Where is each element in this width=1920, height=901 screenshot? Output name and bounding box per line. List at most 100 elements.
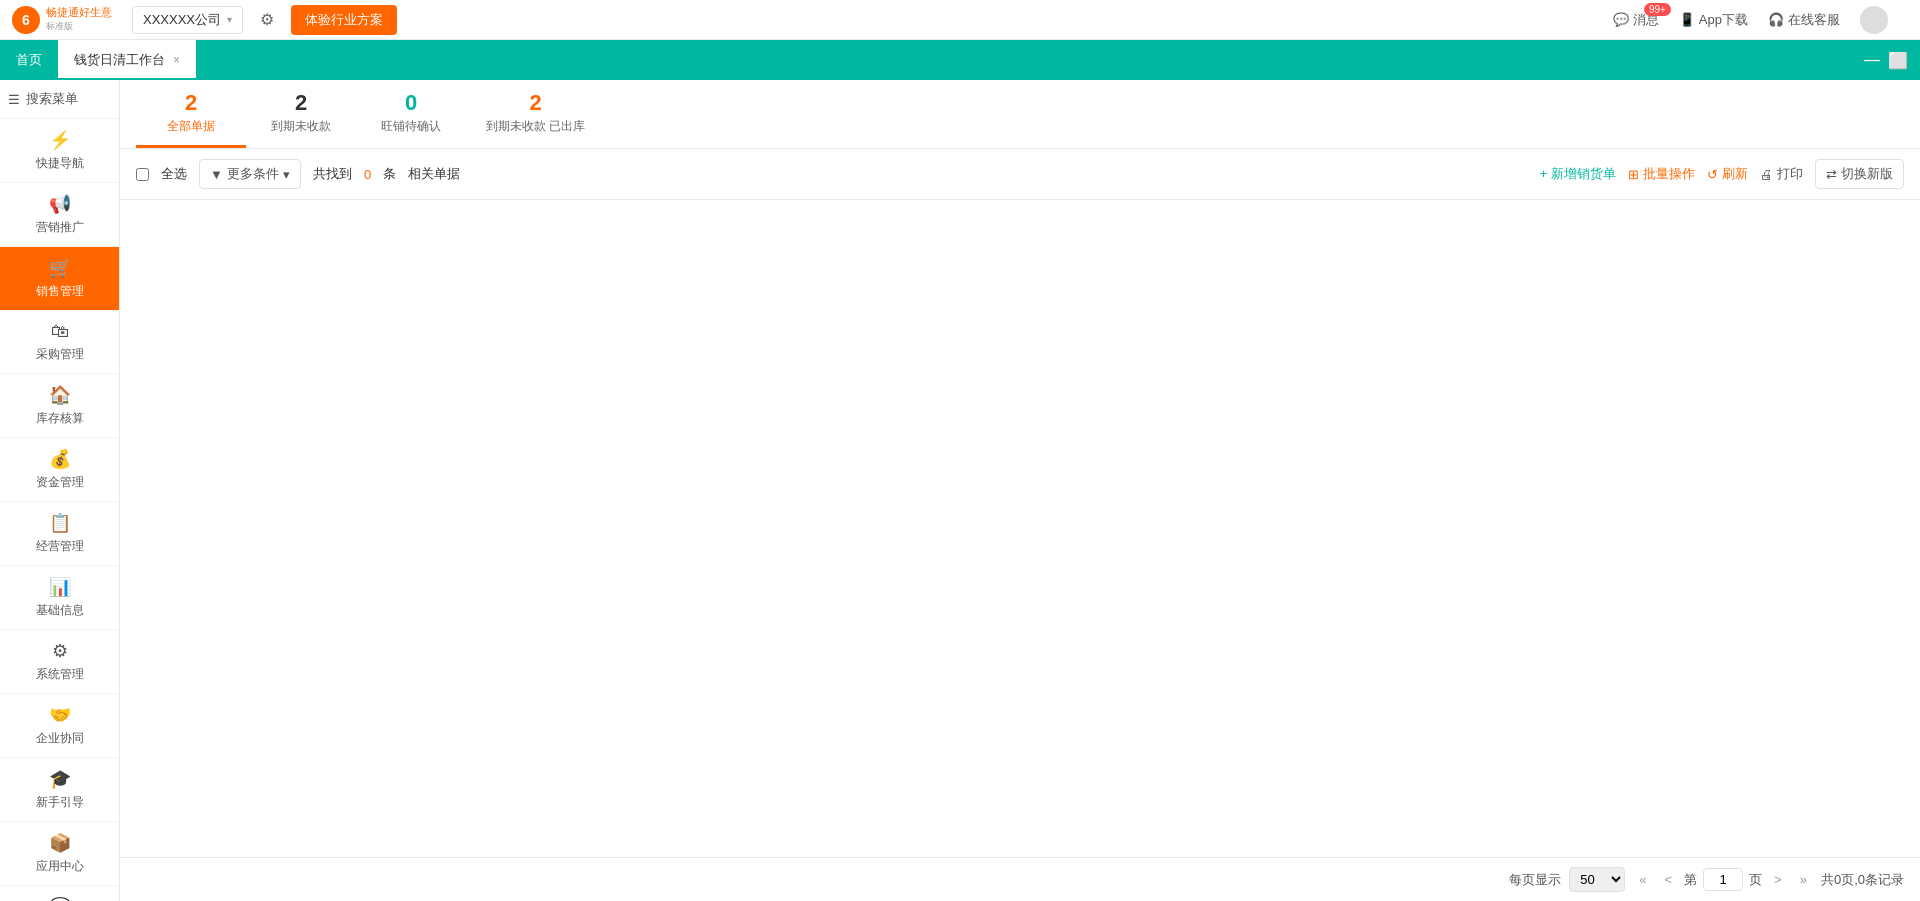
guide-icon: 🎓: [49, 768, 71, 790]
app-download-item[interactable]: 📱 App下载: [1679, 11, 1748, 29]
avatar[interactable]: [1860, 6, 1888, 34]
sidebar-item-enterprise[interactable]: 🤝 企业协同: [0, 694, 119, 758]
trial-button[interactable]: 体验行业方案: [291, 5, 397, 35]
purchase-label: 采购管理: [36, 346, 84, 363]
wechat-icon: 💬: [49, 896, 71, 901]
tab-bar-right: — ⬜: [1864, 51, 1920, 70]
tab-active[interactable]: 钱货日清工作台 ×: [58, 40, 196, 80]
message-badge: 99+: [1644, 3, 1671, 16]
next-page-btn[interactable]: >: [1768, 870, 1788, 889]
sidebar-item-finance[interactable]: 💰 资金管理: [0, 438, 119, 502]
switch-btn[interactable]: ⇄ 切换新版: [1815, 159, 1904, 189]
table-area: [120, 200, 1920, 857]
online-service-label: 在线客服: [1788, 11, 1840, 29]
tab-minimize-btn[interactable]: —: [1864, 51, 1880, 69]
inventory-icon: 🏠: [49, 384, 71, 406]
stat-num-all: 2: [185, 90, 197, 116]
enterprise-label: 企业协同: [36, 730, 84, 747]
print-label: 打印: [1777, 165, 1803, 183]
guide-label: 新手引导: [36, 794, 84, 811]
total-label: 共0页,0条记录: [1821, 871, 1904, 889]
online-service-item[interactable]: 🎧 在线客服: [1768, 11, 1840, 29]
stat-num-overdue-out: 2: [530, 90, 542, 116]
sidebar-item-basic-info[interactable]: 📊 基础信息: [0, 566, 119, 630]
message-item[interactable]: 💬 消息 99+: [1613, 11, 1659, 29]
select-all-checkbox[interactable]: [136, 168, 149, 181]
header-right: 💬 消息 99+ 📱 App下载 🎧 在线客服: [1613, 6, 1908, 34]
finance-icon: 💰: [49, 448, 71, 470]
tab-home[interactable]: 首页: [0, 40, 58, 80]
search-icon: ☰: [8, 92, 20, 107]
stat-label-overdue-out: 到期未收款 已出库: [486, 118, 585, 135]
stat-tab-overdue[interactable]: 2 到期未收款: [246, 80, 356, 148]
operations-icon: 📋: [49, 512, 71, 534]
switch-label: 切换新版: [1841, 165, 1893, 183]
logo-icon: 6: [12, 6, 40, 34]
refresh-icon: ↺: [1707, 167, 1718, 182]
sidebar-item-operations[interactable]: 📋 经营管理: [0, 502, 119, 566]
refresh-btn[interactable]: ↺ 刷新: [1707, 165, 1748, 183]
select-all-label: 全选: [161, 165, 187, 183]
operations-label: 经营管理: [36, 538, 84, 555]
toolbar: 全选 ▼ 更多条件 ▾ 共找到 0 条 相关单据 + 新增销货单 ⊞ 批量操作: [120, 149, 1920, 200]
sidebar-items: ⚡ 快捷导航 📢 营销推广 🛒 销售管理 🛍 采购管理 🏠 库存核算 💰 资金管…: [0, 119, 119, 901]
tab-close-icon[interactable]: ×: [173, 53, 180, 67]
company-dropdown-arrow: ▾: [227, 14, 232, 25]
basic-info-icon: 📊: [49, 576, 71, 598]
page-input[interactable]: [1703, 868, 1743, 891]
sidebar-search[interactable]: ☰ 搜索菜单: [0, 80, 119, 119]
add-sales-btn[interactable]: + 新增销货单: [1536, 165, 1616, 183]
sidebar-item-purchase[interactable]: 🛍 采购管理: [0, 311, 119, 374]
sidebar-item-inventory[interactable]: 🏠 库存核算: [0, 374, 119, 438]
filter-dropdown-icon: ▾: [283, 167, 290, 182]
print-btn[interactable]: 🖨 打印: [1760, 165, 1803, 183]
per-page-select[interactable]: 50 100 200: [1569, 867, 1625, 892]
found-unit: 条: [383, 165, 396, 183]
tab-bar: 首页 钱货日清工作台 × — ⬜: [0, 40, 1920, 80]
main-content: 2 全部单据 2 到期未收款 0 旺铺待确认 2 到期未收款 已出库 全选 ▼ …: [120, 80, 1920, 901]
footer: 每页显示 50 100 200 « < 第 页 > » 共0页,0条记录: [120, 857, 1920, 901]
stat-tabs: 2 全部单据 2 到期未收款 0 旺铺待确认 2 到期未收款 已出库: [120, 80, 1920, 149]
per-page-label: 每页显示: [1509, 871, 1561, 889]
first-page-btn[interactable]: «: [1633, 870, 1652, 889]
stat-tab-pending[interactable]: 0 旺铺待确认: [356, 80, 466, 148]
marketing-label: 营销推广: [36, 219, 84, 236]
stat-tab-overdue-out[interactable]: 2 到期未收款 已出库: [466, 80, 605, 148]
sidebar-item-wechat[interactable]: 💬 企业微信: [0, 886, 119, 901]
stat-label-overdue: 到期未收款: [271, 118, 331, 135]
settings-button[interactable]: ⚙: [253, 6, 281, 34]
stat-tab-all[interactable]: 2 全部单据: [136, 80, 246, 148]
quick-nav-icon: ⚡: [49, 129, 71, 151]
found-count: 0: [364, 167, 371, 182]
main-layout: ☰ 搜索菜单 ⚡ 快捷导航 📢 营销推广 🛒 销售管理 🛍 采购管理 🏠 库存核…: [0, 80, 1920, 901]
service-icon: 🎧: [1768, 12, 1784, 27]
batch-icon: ⊞: [1628, 167, 1639, 182]
batch-btn[interactable]: ⊞ 批量操作: [1628, 165, 1695, 183]
tab-active-label: 钱货日清工作台: [74, 51, 165, 69]
sidebar-item-guide[interactable]: 🎓 新手引导: [0, 758, 119, 822]
found-prefix: 共找到: [313, 165, 352, 183]
top-header: 6 畅捷通好生意 标准版 XXXXXX公司 ▾ ⚙ 体验行业方案 💬 消息 99…: [0, 0, 1920, 40]
sidebar-item-system[interactable]: ⚙ 系统管理: [0, 630, 119, 694]
filter-label: 更多条件: [227, 165, 279, 183]
purchase-icon: 🛍: [51, 321, 69, 342]
sidebar-item-sales[interactable]: 🛒 销售管理: [0, 247, 119, 311]
prev-page-btn[interactable]: <: [1659, 870, 1679, 889]
sidebar-item-quick-nav[interactable]: ⚡ 快捷导航: [0, 119, 119, 183]
sidebar-item-app-center[interactable]: 📦 应用中心: [0, 822, 119, 886]
search-label: 搜索菜单: [26, 90, 78, 108]
app-center-label: 应用中心: [36, 858, 84, 875]
company-selector[interactable]: XXXXXX公司 ▾: [132, 6, 243, 34]
sidebar-item-marketing[interactable]: 📢 营销推广: [0, 183, 119, 247]
logo-area: 6 畅捷通好生意 标准版: [12, 6, 132, 34]
enterprise-icon: 🤝: [49, 704, 71, 726]
last-page-btn[interactable]: »: [1794, 870, 1813, 889]
page-nav: « < 第 页 > »: [1633, 868, 1813, 891]
basic-info-label: 基础信息: [36, 602, 84, 619]
message-icon: 💬: [1613, 12, 1629, 27]
tab-maximize-btn[interactable]: ⬜: [1888, 51, 1908, 70]
refresh-label: 刷新: [1722, 165, 1748, 183]
page-label: 第: [1684, 871, 1697, 889]
stat-label-pending: 旺铺待确认: [381, 118, 441, 135]
filter-button[interactable]: ▼ 更多条件 ▾: [199, 159, 301, 189]
